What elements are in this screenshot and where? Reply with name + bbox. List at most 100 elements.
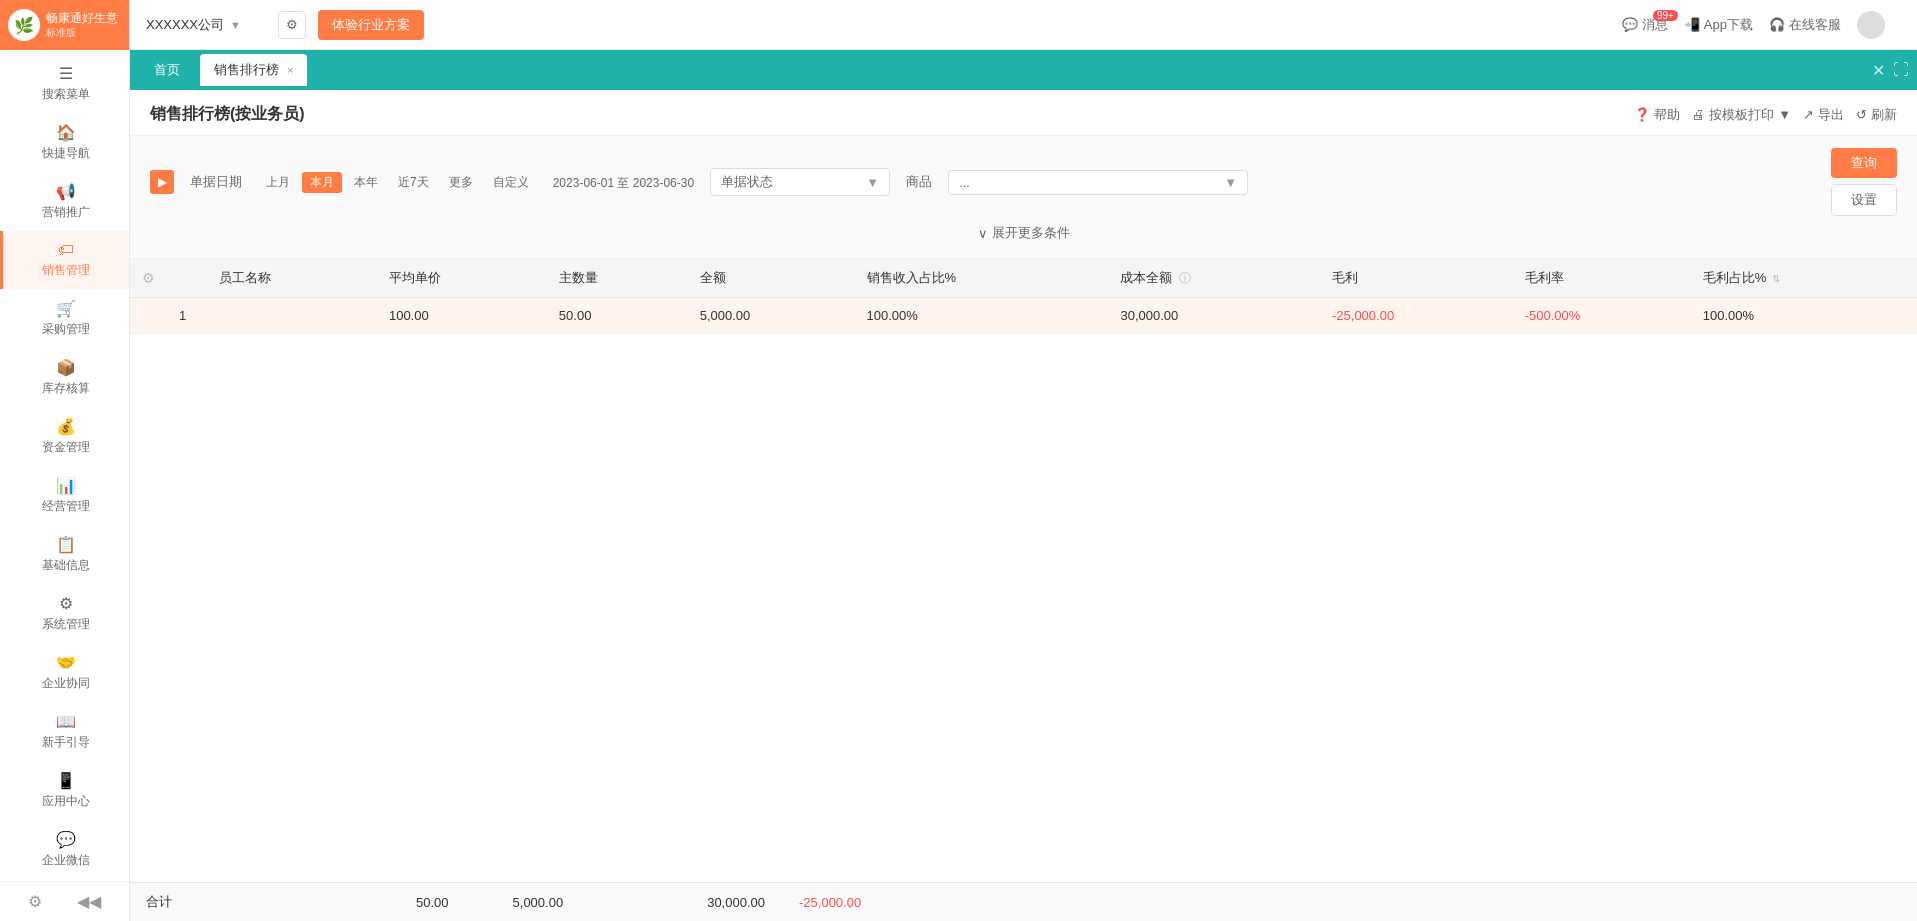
printer-icon: 🖨 [1692,107,1705,122]
filter-actions: 查询 设置 [1831,148,1897,216]
goods-label: 商品 [906,173,932,191]
company-name: XXXXXX公司 [146,16,224,34]
refresh-icon: ↺ [1856,107,1867,122]
sidebar-item-quicknav[interactable]: 🏠 快捷导航 [0,113,129,172]
sidebar-label-basic: 基础信息 [42,557,90,574]
footer-label: 合计 [142,893,172,911]
company-selector[interactable]: XXXXXX公司 ▼ [146,16,266,34]
app-badge: 标准版 [46,26,118,40]
expand-row[interactable]: ∨ 展开更多条件 [150,216,1897,250]
th-rank [167,259,207,298]
inventory-icon: 📦 [56,358,76,377]
sidebar-bottom: ⚙ ◀◀ [0,881,129,921]
gear-icon: ⚙ [286,17,298,32]
avatar[interactable] [1857,11,1885,39]
date-tab-thismonth[interactable]: 本月 [302,172,342,193]
tab-home[interactable]: 首页 [138,50,196,90]
search-menu-icon: ☰ [59,64,73,83]
tab-sales-ranking[interactable]: 销售排行榜 × [200,54,307,86]
tab-close-icon[interactable]: × [287,64,293,76]
sidebar-item-apps[interactable]: 📱 应用中心 [0,761,129,820]
chevron-down-icon: ▼ [230,19,241,31]
date-tab-thisyear[interactable]: 本年 [346,172,386,193]
sidebar-item-marketing[interactable]: 📢 营销推广 [0,172,129,231]
table-footer: 合计 50.00 5,000.00 30,000.00 -25,000.00 [130,882,1917,921]
sales-icon: 🏷 [58,241,74,259]
marketing-icon: 📢 [56,182,76,201]
app-download-action[interactable]: 📲 App下载 [1684,16,1753,34]
date-tabs: 上月 本月 本年 近7天 更多 自定义 [258,172,537,193]
th-settings: ⚙ [130,259,167,298]
settings-button[interactable]: 设置 [1831,184,1897,216]
gear-button[interactable]: ⚙ [278,11,306,39]
goods-select[interactable]: ... ▼ [948,170,1248,195]
basic-icon: 📋 [56,535,76,554]
cell-cost: 30,000.00 [1108,298,1320,334]
main-area: XXXXXX公司 ▼ ⚙ 体验行业方案 💬 消息 99+ 📲 App下载 🎧 在… [130,0,1917,921]
date-label: 单据日期 [190,173,242,191]
guide-icon: 📖 [56,712,76,731]
date-tab-lastmonth[interactable]: 上月 [258,172,298,193]
message-action[interactable]: 💬 消息 99+ [1622,16,1668,34]
trial-button[interactable]: 体验行业方案 [318,10,424,40]
data-table: ⚙ 员工名称 平均单价 主数量 全额 销售收入占比% 成本全额 ⓘ [130,259,1917,334]
close-window-icon[interactable]: ✕ [1872,61,1885,80]
message-count: 99+ [1653,10,1678,21]
tabbar-right: ✕ ⛶ [1872,61,1909,80]
sidebar-item-enterprise[interactable]: 🤝 企业协同 [0,643,129,702]
refresh-button[interactable]: ↺ 刷新 [1856,106,1897,124]
sidebar-label-apps: 应用中心 [42,793,90,810]
th-sales-pct: 销售收入占比% [855,259,1109,298]
date-tab-7days[interactable]: 近7天 [390,172,437,193]
online-service-action[interactable]: 🎧 在线客服 [1769,16,1841,34]
sidebar-item-system[interactable]: ⚙ 系统管理 [0,584,129,643]
expand-chevron-icon: ∨ [978,226,988,241]
column-settings-icon[interactable]: ⚙ [142,270,155,286]
sidebar-item-inventory[interactable]: 📦 库存核算 [0,348,129,407]
footer-amount: 5,000.00 [501,895,576,910]
filter-toggle-btn[interactable]: ▶ [150,170,174,194]
help-icon: ❓ [1634,107,1650,122]
cell-avg-price: 100.00 [377,298,547,334]
maximize-icon[interactable]: ⛶ [1893,61,1909,80]
cost-info-icon[interactable]: ⓘ [1179,271,1191,285]
gross-pct-sort-icon[interactable]: ⇅ [1772,273,1780,284]
cell-gross: -25,000.00 [1320,298,1513,334]
filter-bar: ▶ 单据日期 上月 本月 本年 近7天 更多 自定义 2023-06-01 至 … [130,136,1917,259]
status-label: 单据状态 [721,173,773,191]
th-avg-price: 平均单价 [377,259,547,298]
content-area: 销售排行榜(按业务员) ❓ 帮助 🖨 按模板打印 ▼ ↗ 导出 ↺ 刷新 [130,90,1917,921]
sidebar-label-marketing: 营销推广 [42,204,90,221]
cell-gross-pct: 100.00% [1691,298,1917,334]
th-gross-pct: 毛利占比% ⇅ [1691,259,1917,298]
sidebar-item-search[interactable]: ☰ 搜索菜单 [0,54,129,113]
date-tab-more[interactable]: 更多 [441,172,481,193]
cell-amount: 5,000.00 [688,298,855,334]
logo-icon: 🌿 [8,9,40,41]
print-button[interactable]: 🖨 按模板打印 ▼ [1692,106,1791,124]
sidebar-item-purchase[interactable]: 🛒 采购管理 [0,289,129,348]
sidebar-item-wechat[interactable]: 💬 企业微信 [0,820,129,879]
cell-sales-pct: 100.00% [855,298,1109,334]
th-gross-rate: 毛利率 [1513,259,1691,298]
export-button[interactable]: ↗ 导出 [1803,106,1844,124]
sidebar-item-operations[interactable]: 📊 经营管理 [0,466,129,525]
footer-cost: 30,000.00 [695,895,777,910]
help-button[interactable]: ❓ 帮助 [1634,106,1680,124]
sidebar-item-sales[interactable]: 🏷 销售管理 [0,231,129,289]
sidebar-item-basic[interactable]: 📋 基础信息 [0,525,129,584]
th-qty: 主数量 [547,259,688,298]
settings-bottom-icon[interactable]: ⚙ [28,892,42,911]
query-button[interactable]: 查询 [1831,148,1897,178]
system-icon: ⚙ [59,594,73,613]
download-icon: 📲 [1684,17,1700,32]
sidebar-item-guide[interactable]: 📖 新手引导 [0,702,129,761]
footer-values: 50.00 5,000.00 30,000.00 -25,000.00 [184,895,873,910]
th-name: 员工名称 [207,259,377,298]
footer-qty: 50.00 [404,895,461,910]
status-select[interactable]: 单据状态 ▼ [710,168,890,196]
date-tab-custom[interactable]: 自定义 [485,172,537,193]
sidebar-label-quicknav: 快捷导航 [42,145,90,162]
sidebar-item-finance[interactable]: 💰 资金管理 [0,407,129,466]
collapse-icon[interactable]: ◀◀ [77,892,101,911]
